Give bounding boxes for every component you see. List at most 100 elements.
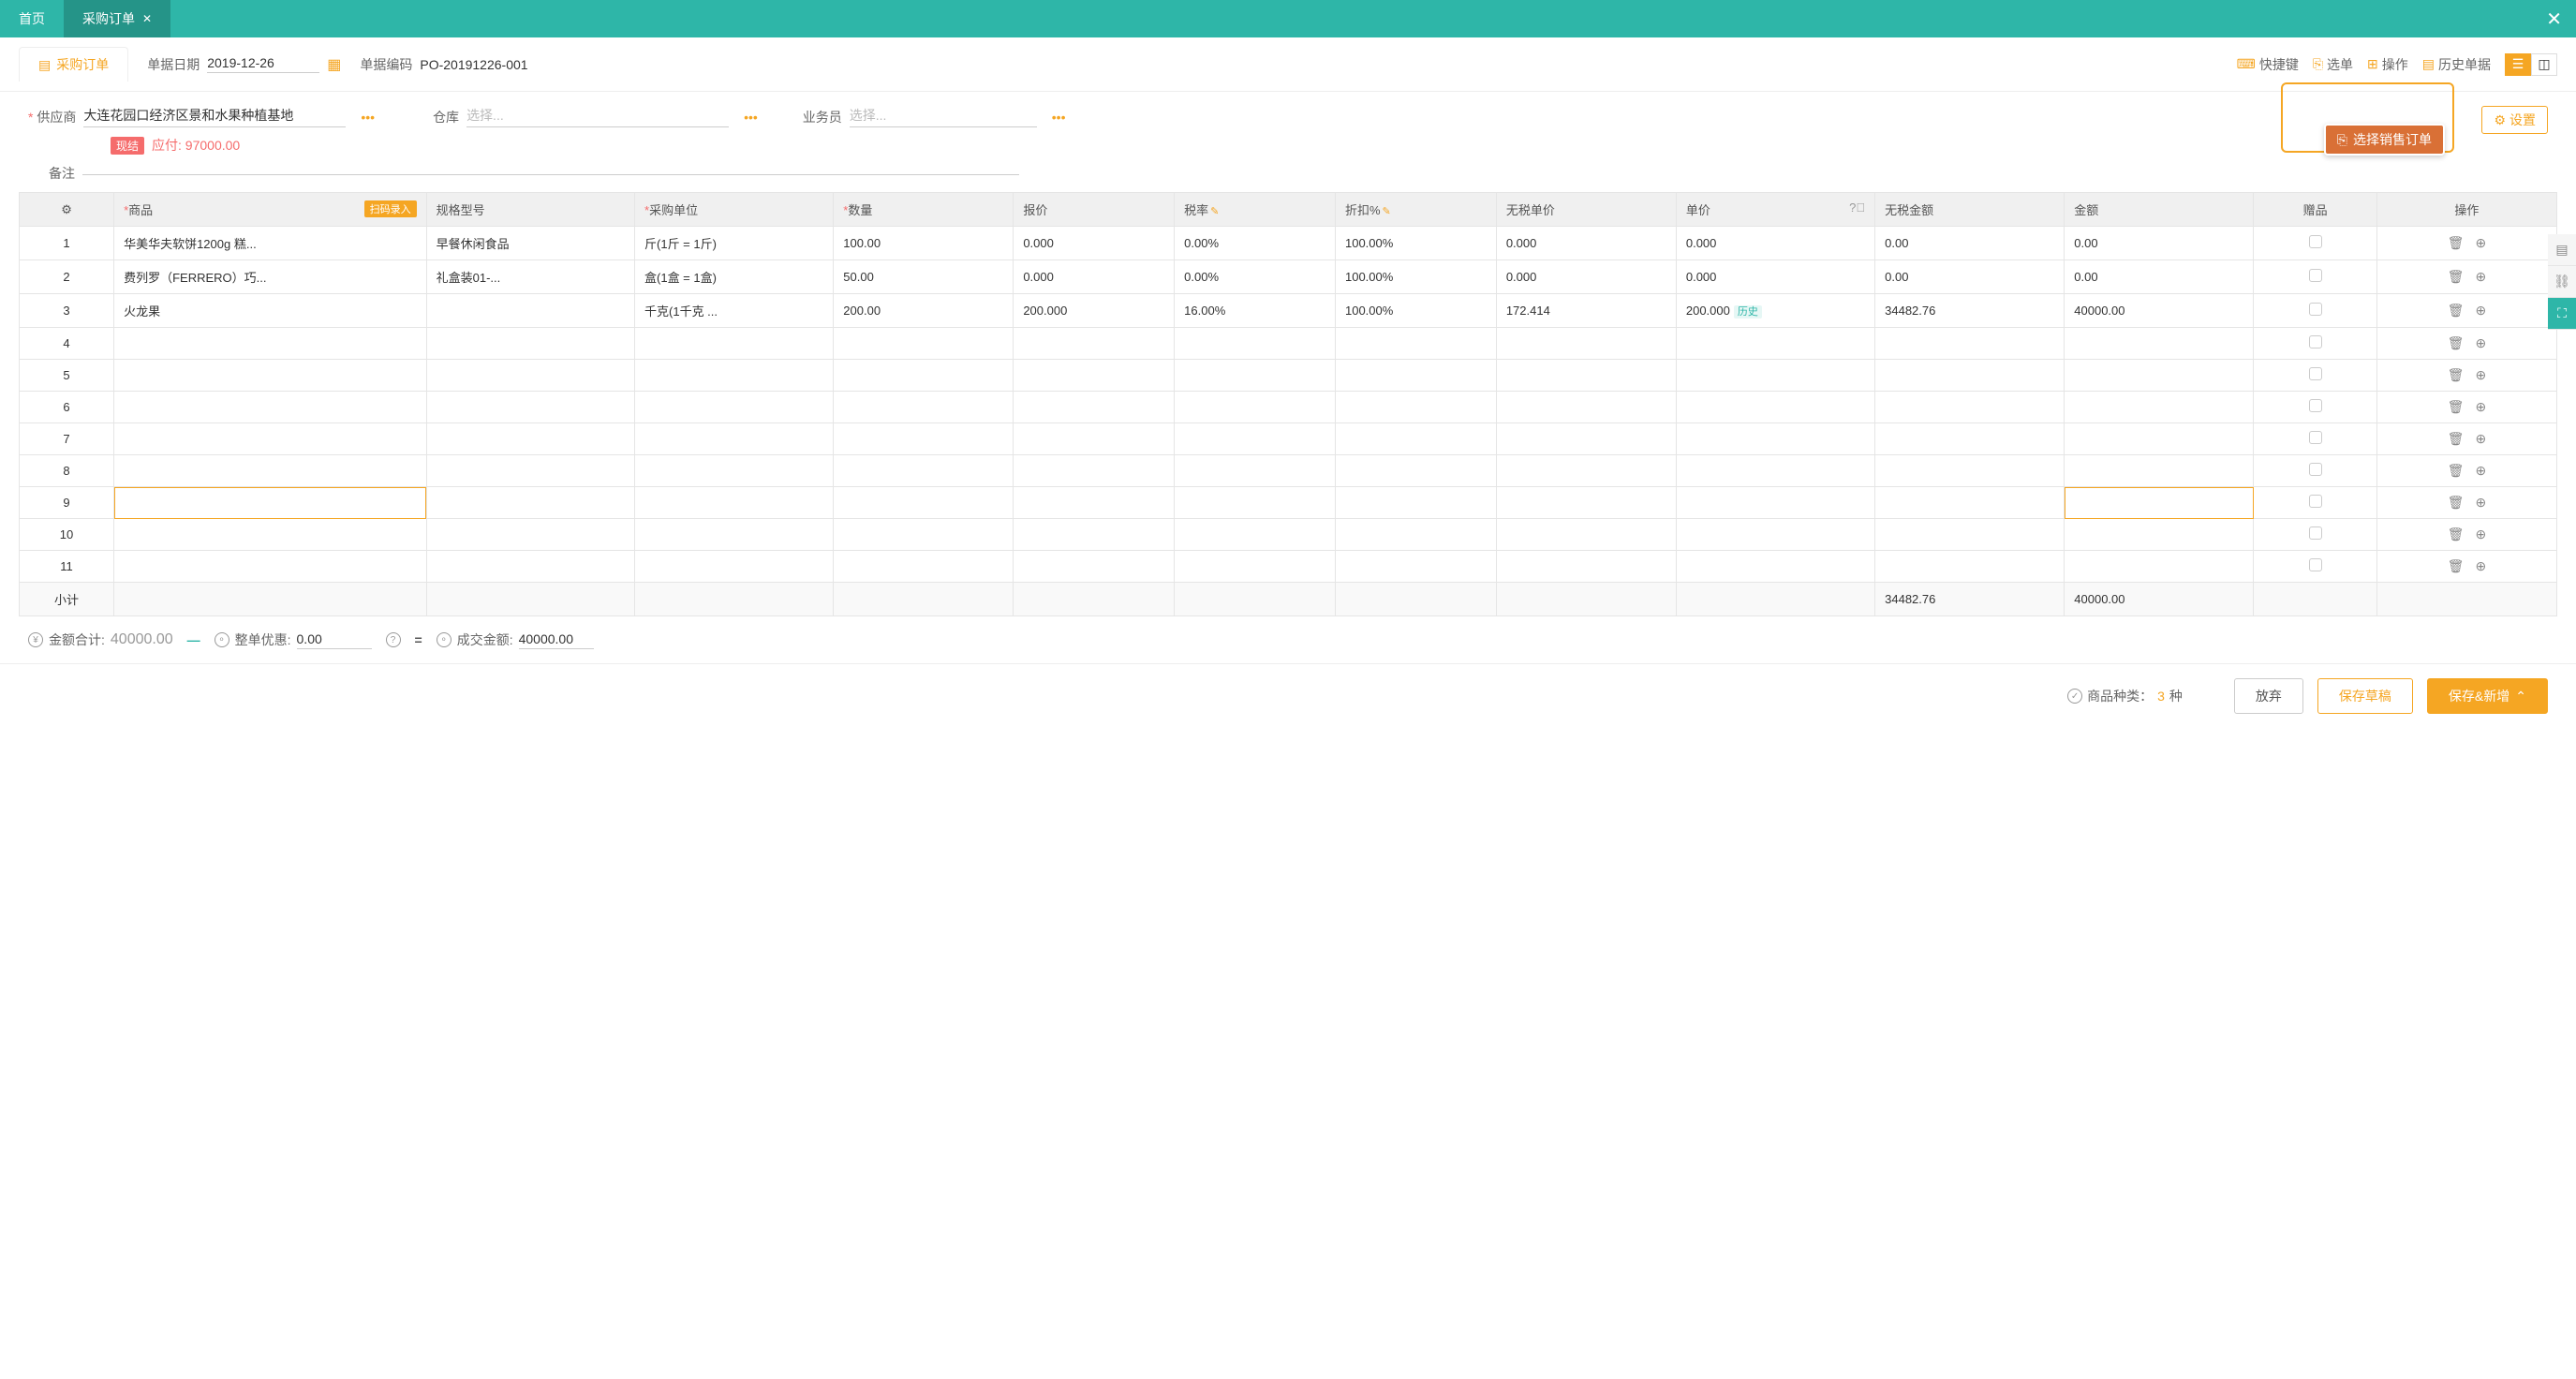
calendar-icon[interactable]: ▦ — [327, 55, 341, 74]
col-notax-price: 无税单价 — [1496, 193, 1676, 227]
right-sidebar: ▤ ⛓ ⛶ — [2548, 234, 2576, 330]
close-icon[interactable]: ✕ — [142, 12, 152, 25]
table-row[interactable]: 1 华美华夫软饼1200g 糕... 早餐休闲食品 斤(1斤 = 1斤) 100… — [20, 227, 2557, 260]
tab-home[interactable]: 首页 — [0, 0, 64, 37]
add-icon[interactable]: ⊕ — [2475, 235, 2486, 251]
operate-link[interactable]: ⊞操作 — [2367, 55, 2408, 74]
bottom-bar: ✓ 商品种类： 3 种 放弃 保存草稿 保存&新增⌃ — [0, 663, 2576, 728]
table-row[interactable]: 2 费列罗（FERRERO）巧... 礼盒装01-... 盒(1盒 = 1盒) … — [20, 260, 2557, 294]
gear-icon: ⚙ — [61, 202, 72, 216]
col-discount: 折扣%✎ — [1335, 193, 1496, 227]
add-icon[interactable]: ⊕ — [2475, 367, 2486, 383]
view-list-button[interactable]: ☰ — [2505, 53, 2531, 76]
history-tag[interactable]: 历史 — [1734, 305, 1762, 319]
gift-checkbox[interactable] — [2309, 235, 2322, 248]
add-icon[interactable]: ⊕ — [2475, 558, 2486, 574]
shortcut-link[interactable]: ⌨快捷键 — [2237, 55, 2299, 74]
table-row[interactable]: 4 🗑⊕ — [20, 328, 2557, 360]
deal-value[interactable]: 40000.00 — [519, 631, 594, 649]
table-row[interactable]: 8 🗑⊕ — [20, 455, 2557, 487]
gift-checkbox[interactable] — [2309, 399, 2322, 412]
col-amt: 金额 — [2065, 193, 2254, 227]
help-icon[interactable]: ?⃝ — [1849, 200, 1865, 215]
supplier-more-icon[interactable]: ••• — [361, 110, 375, 125]
add-icon[interactable]: ⊕ — [2475, 431, 2486, 447]
delete-icon[interactable]: 🗑 — [2448, 367, 2465, 383]
payable-text: 应付: 97000.00 — [152, 136, 240, 155]
add-icon[interactable]: ⊕ — [2475, 463, 2486, 479]
gift-checkbox[interactable] — [2309, 269, 2322, 282]
delete-icon[interactable]: 🗑 — [2448, 269, 2465, 285]
save-new-button[interactable]: 保存&新增⌃ — [2427, 678, 2548, 714]
settings-button[interactable]: ⚙ 设置 — [2481, 106, 2548, 134]
date-value[interactable]: 2019-12-26 — [207, 55, 319, 73]
salesman-more-icon[interactable]: ••• — [1052, 110, 1066, 125]
add-icon[interactable]: ⊕ — [2475, 335, 2486, 351]
items-table: ⚙ *商品扫码录入 规格型号 *采购单位 *数量 报价 税率✎ 折扣%✎ 无税单… — [19, 192, 2557, 616]
discount-input[interactable]: 0.00 — [297, 631, 372, 649]
edit-icon[interactable]: ✎ — [1383, 206, 1391, 217]
minus-sep: — — [187, 632, 200, 647]
tab-order[interactable]: 采购订单 ✕ — [64, 0, 170, 37]
col-gift: 赠品 — [2254, 193, 2376, 227]
gift-checkbox[interactable] — [2309, 558, 2322, 571]
help-icon[interactable]: ? — [386, 632, 401, 647]
discount-label: 整单优惠: — [235, 630, 291, 649]
warehouse-input[interactable]: 选择... — [466, 106, 729, 127]
gift-checkbox[interactable] — [2309, 303, 2322, 316]
delete-icon[interactable]: 🗑 — [2448, 526, 2465, 542]
gift-checkbox[interactable] — [2309, 335, 2322, 348]
salesman-input[interactable]: 选择... — [850, 106, 1037, 127]
delete-icon[interactable]: 🗑 — [2448, 235, 2465, 251]
date-label: 单据日期 — [147, 55, 200, 74]
delete-icon[interactable]: 🗑 — [2448, 495, 2465, 511]
warehouse-label: 仓库 — [412, 108, 459, 126]
expand-icon[interactable]: ⛶ — [2548, 298, 2576, 330]
delete-icon[interactable]: 🗑 — [2448, 335, 2465, 351]
gift-checkbox[interactable] — [2309, 495, 2322, 508]
add-icon[interactable]: ⊕ — [2475, 269, 2486, 285]
delete-icon[interactable]: 🗑 — [2448, 399, 2465, 415]
doc-type-tab[interactable]: ▤ 采购订单 — [19, 47, 128, 82]
table-row[interactable]: 3 火龙果 千克(1千克 ... 200.00 200.000 16.00% 1… — [20, 294, 2557, 328]
scan-button[interactable]: 扫码录入 — [364, 200, 417, 217]
gift-checkbox[interactable] — [2309, 367, 2322, 380]
link-icon[interactable]: ⛓ — [2548, 266, 2576, 298]
view-detail-button[interactable]: ◫ — [2531, 53, 2557, 76]
select-order-link[interactable]: ⎘选单 — [2313, 55, 2353, 74]
table-row[interactable]: 11 🗑⊕ — [20, 551, 2557, 583]
edit-icon[interactable]: ✎ — [1210, 206, 1219, 217]
save-draft-button[interactable]: 保存草稿 — [2317, 678, 2413, 714]
abandon-button[interactable]: 放弃 — [2234, 678, 2303, 714]
add-icon[interactable]: ⊕ — [2475, 495, 2486, 511]
table-row[interactable]: 10 🗑⊕ — [20, 519, 2557, 551]
remark-input[interactable] — [82, 172, 1019, 175]
delete-icon[interactable]: 🗑 — [2448, 303, 2465, 319]
note-icon[interactable]: ▤ — [2548, 234, 2576, 266]
table-row[interactable]: 6 🗑⊕ — [20, 392, 2557, 423]
col-notax-amt: 无税金额 — [1875, 193, 2065, 227]
total-label: 金额合计: — [49, 630, 105, 649]
col-gear[interactable]: ⚙ — [20, 193, 114, 227]
add-icon[interactable]: ⊕ — [2475, 303, 2486, 319]
add-icon[interactable]: ⊕ — [2475, 526, 2486, 542]
warehouse-more-icon[interactable]: ••• — [744, 110, 758, 125]
supplier-input[interactable]: 大连花园口经济区景和水果种植基地 — [83, 106, 346, 127]
gift-checkbox[interactable] — [2309, 526, 2322, 540]
table-row[interactable]: 5 🗑⊕ — [20, 360, 2557, 392]
gift-checkbox[interactable] — [2309, 463, 2322, 476]
document-icon: ▤ — [38, 57, 51, 73]
table-row[interactable]: 9 🗑⊕ — [20, 487, 2557, 519]
select-sales-order-button[interactable]: ⎘ 选择销售订单 — [2324, 124, 2445, 156]
delete-icon[interactable]: 🗑 — [2448, 463, 2465, 479]
keyboard-icon: ⌨ — [2237, 56, 2256, 72]
delete-icon[interactable]: 🗑 — [2448, 558, 2465, 574]
add-icon[interactable]: ⊕ — [2475, 399, 2486, 415]
window-close-icon[interactable]: ✕ — [2546, 7, 2562, 31]
col-ops: 操作 — [2376, 193, 2556, 227]
table-row[interactable]: 7 🗑⊕ — [20, 423, 2557, 455]
history-link[interactable]: ▤历史单据 — [2422, 55, 2491, 74]
delete-icon[interactable]: 🗑 — [2448, 431, 2465, 447]
gift-checkbox[interactable] — [2309, 431, 2322, 444]
product-count: ✓ 商品种类： 3 种 — [2067, 687, 2183, 705]
